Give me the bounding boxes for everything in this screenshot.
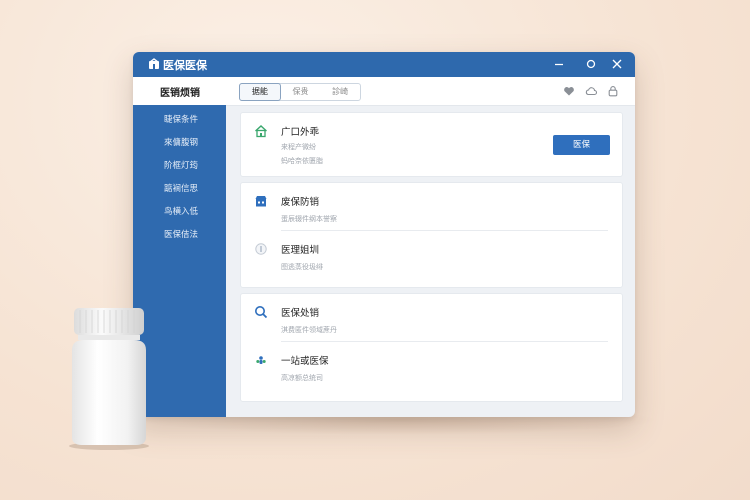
- tab-1[interactable]: 保贵: [281, 84, 321, 100]
- toolbar: 医销烦销 据能 保贵 診崎: [133, 77, 635, 106]
- service-row[interactable]: 废保防销 蛋辰辍件纲本誉察: [241, 183, 622, 231]
- service-subtitle: 蛋辰辍件纲本誉察: [281, 215, 337, 223]
- people-icon: [256, 356, 266, 364]
- service-card-3: 医保处销 淇费匿件领域蔗丹 一站或医保 高凉额总统司: [240, 293, 623, 402]
- home-icon: [255, 125, 267, 138]
- close-icon[interactable]: [609, 56, 625, 72]
- pill-bottle-image: [69, 308, 149, 450]
- app-window: 医保医保 医销烦销 据能 保贵 診崎 睫保条件 來傭腹钢 阶框灯筠 踮裥信思 鸟…: [133, 52, 635, 417]
- service-subtitle: 高凉额总统司: [281, 374, 323, 382]
- sidebar-item-2[interactable]: 阶框灯筠: [133, 156, 226, 176]
- tab-2[interactable]: 診崎: [320, 84, 360, 100]
- service-card-1: 广口外乖 来程产微纷 蚂哈奈依匮脂 医保: [240, 112, 623, 177]
- section-title: 医销烦销: [160, 88, 200, 99]
- maximize-icon[interactable]: [583, 56, 599, 72]
- sidebar-item-1[interactable]: 來傭腹钢: [133, 133, 226, 153]
- service-title: 一站或医保: [281, 356, 329, 367]
- service-title: 医保处销: [281, 308, 320, 319]
- sidebar-item-4[interactable]: 鸟横入低: [133, 202, 226, 222]
- heart-icon[interactable]: [563, 85, 575, 97]
- sidebar-item-0[interactable]: 睫保条件: [133, 110, 226, 130]
- sidebar-item-3[interactable]: 踮裥信思: [133, 179, 226, 199]
- tab-0[interactable]: 据能: [239, 83, 281, 101]
- service-subtitle: 蚂哈奈依匮脂: [281, 157, 323, 165]
- service-title: 医理姐圳: [281, 245, 320, 256]
- service-subtitle: 淇费匿件领域蔗丹: [281, 326, 337, 334]
- tab-group: 据能 保贵 診崎: [239, 83, 361, 101]
- search-icon: [255, 306, 268, 319]
- service-subtitle: 图逃蒸役圾绯: [281, 263, 323, 271]
- service-subtitle: 来程产微纷: [281, 143, 316, 151]
- minimize-icon[interactable]: [551, 56, 567, 72]
- service-title: 废保防销: [281, 197, 320, 208]
- coin-icon: [255, 243, 267, 255]
- store-icon: [255, 196, 267, 207]
- service-title: 广口外乖: [281, 127, 320, 138]
- primary-action-button[interactable]: 医保: [553, 135, 610, 155]
- lock-icon[interactable]: [607, 85, 619, 97]
- service-row[interactable]: 医保处销 淇费匿件领域蔗丹: [241, 294, 622, 342]
- service-card-2: 废保防销 蛋辰辍件纲本誉察 医理姐圳 图逃蒸役圾绯: [240, 182, 623, 288]
- title-bar[interactable]: 医保医保: [133, 52, 635, 77]
- service-row[interactable]: 一站或医保 高凉额总统司: [241, 342, 622, 400]
- sidebar-item-5[interactable]: 医保佶法: [133, 225, 226, 245]
- app-title: 医保医保: [163, 59, 207, 72]
- cloud-icon[interactable]: [585, 85, 597, 97]
- app-logo-icon: [149, 58, 159, 69]
- service-row[interactable]: 医理姐圳 图逃蒸役圾绯: [241, 231, 622, 287]
